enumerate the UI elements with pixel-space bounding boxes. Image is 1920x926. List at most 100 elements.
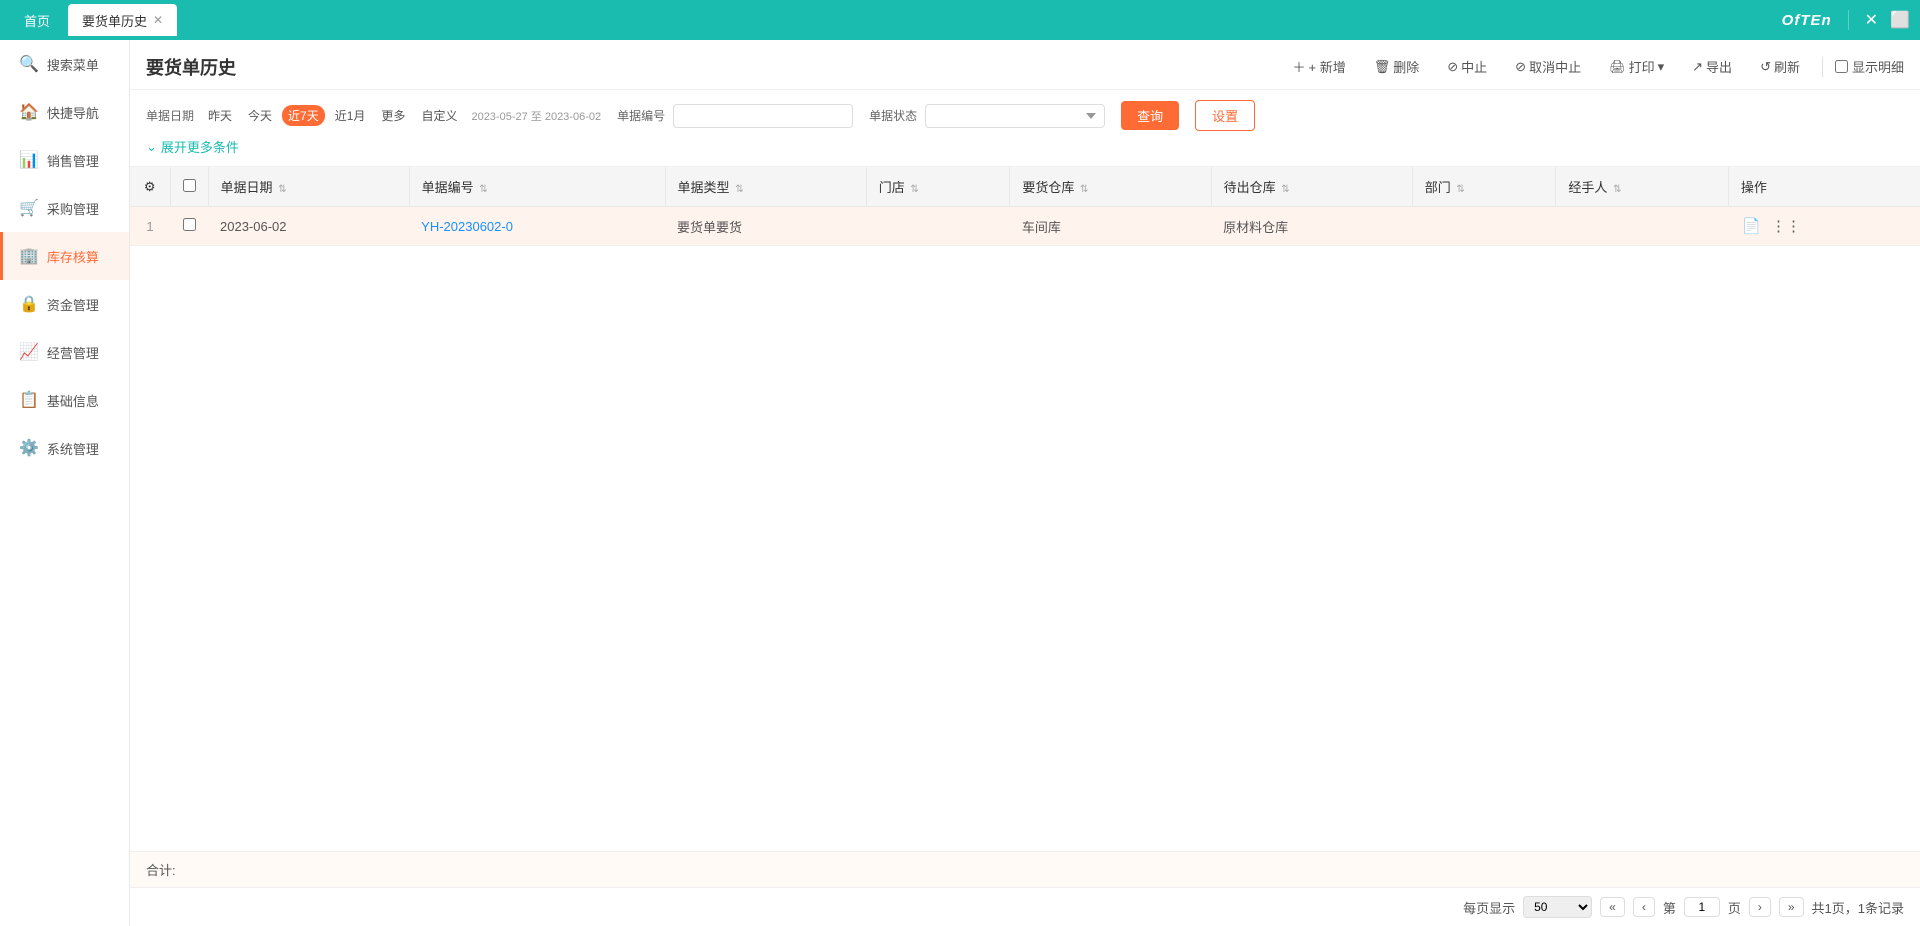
show-detail-checkbox[interactable] [1835,60,1848,73]
th-doc-date[interactable]: 单据日期 ⇅ [208,167,409,207]
show-detail-checkbox-label[interactable]: 显示明细 [1835,57,1904,76]
new-button[interactable]: ＋ + 新增 [1282,52,1355,81]
query-button[interactable]: 查询 [1121,101,1179,130]
page-input[interactable] [1684,897,1720,917]
date-shortcut-7days[interactable]: 近7天 [282,105,325,126]
sort-handler-icon: ⇅ [1613,184,1621,195]
date-shortcut-today[interactable]: 今天 [242,105,278,126]
prev-page-button[interactable]: ‹ [1633,897,1655,917]
th-department[interactable]: 部门 ⇅ [1412,167,1556,207]
tab-home[interactable]: 首页 [10,4,64,36]
sort-department-icon: ⇅ [1456,184,1464,195]
tab-home-label: 首页 [24,11,50,30]
th-action: 操作 [1728,167,1920,207]
row-edit-icon[interactable]: 📄 [1740,215,1763,237]
sidebar: 🔍 搜索菜单 🏠 快捷导航 📊 销售管理 🛒 采购管理 🏢 库存核算 🔒 资金管… [0,40,130,926]
th-store-label: 门店 [879,180,905,195]
print-dropdown-icon: ▾ [1658,59,1665,75]
sidebar-item-finance-mgmt[interactable]: 🔒 资金管理 [0,280,129,328]
sort-pending-warehouse-icon: ⇅ [1281,184,1289,195]
table-footer: 合计: [130,851,1920,887]
window-maximize-icon[interactable]: ⬜ [1890,10,1910,30]
show-detail-btn-label: 显示明细 [1852,57,1904,76]
page-size-select[interactable]: 50 20 100 200 [1523,896,1592,918]
sidebar-item-sales-mgmt[interactable]: 📊 销售管理 [0,136,129,184]
first-page-button[interactable]: « [1600,897,1625,917]
delete-button[interactable]: 🗑 删除 [1364,52,1430,81]
doc-status-select[interactable] [925,104,1105,128]
row-checkbox[interactable] [183,218,196,231]
cancel-suspend-btn-label: 取消中止 [1529,57,1581,76]
divider [1848,10,1849,30]
print-button[interactable]: 🖨 打印 ▾ [1599,52,1674,81]
new-btn-label: + 新增 [1308,57,1345,76]
sort-doc-no-icon: ⇅ [479,184,487,195]
search-menu-icon: 🔍 [19,54,39,74]
suspend-btn-label: 中止 [1461,57,1487,76]
date-shortcut-more[interactable]: 更多 [375,105,411,126]
window-close-icon[interactable]: ✕ [1865,10,1878,30]
refresh-button[interactable]: ↺ 刷新 [1750,52,1810,81]
date-shortcut-1month[interactable]: 近1月 [329,105,372,126]
system-mgmt-icon: ⚙️ [19,438,39,458]
pagination-total-info: 共1页，1条记录 [1812,898,1904,917]
doc-no-filter-group: 单据编号 [617,104,853,128]
close-tab-icon[interactable]: ✕ [153,13,163,27]
th-req-warehouse[interactable]: 要货仓库 ⇅ [1010,167,1211,207]
row-checkbox-cell [170,207,208,246]
cell-action: 📄 ⋮⋮ [1728,207,1920,246]
sort-store-icon: ⇅ [910,184,918,195]
th-doc-date-label: 单据日期 [221,180,273,195]
sidebar-item-inventory-calc[interactable]: 🏢 库存核算 [0,232,129,280]
toolbar: ＋ + 新增 🗑 删除 ⊘ 中止 ⊘ 取消中止 🖨 打印 [1282,52,1904,81]
next-page-button[interactable]: › [1749,897,1771,917]
sidebar-item-purchase-mgmt[interactable]: 🛒 采购管理 [0,184,129,232]
doc-no-link[interactable]: YH-20230602-0 [421,219,513,234]
top-bar: 首页 要货单历史 ✕ OfTEn ✕ ⬜ [0,0,1920,40]
date-shortcut-yesterday[interactable]: 昨天 [202,105,238,126]
cell-doc-no: YH-20230602-0 [409,207,665,246]
cell-pending-warehouse: 原材料仓库 [1211,207,1412,246]
export-btn-label: 导出 [1706,57,1732,76]
date-filter-group: 单据日期 昨天 今天 近7天 近1月 更多 自定义 2023-05-27 至 2… [146,105,601,126]
last-page-button[interactable]: » [1779,897,1804,917]
select-all-checkbox[interactable] [183,179,196,192]
page-label: 第 [1663,898,1676,917]
th-checkbox [170,167,208,207]
refresh-icon: ↺ [1760,59,1771,75]
settings-button[interactable]: 设置 [1195,100,1255,131]
sidebar-item-search-menu[interactable]: 🔍 搜索菜单 [0,40,129,88]
expand-more-btn[interactable]: ⌄ 展开更多条件 [146,137,1904,156]
row-more-icon[interactable]: ⋮⋮ [1769,215,1803,237]
purchase-mgmt-icon: 🛒 [19,198,39,218]
page-unit: 页 [1728,898,1741,917]
delete-btn-label: 删除 [1393,57,1419,76]
sidebar-item-basic-info[interactable]: 📋 基础信息 [0,376,129,424]
th-settings[interactable]: ⚙ [130,167,170,207]
date-filter-label: 单据日期 [146,107,194,124]
doc-no-input[interactable] [673,104,853,128]
sidebar-item-quick-nav[interactable]: 🏠 快捷导航 [0,88,129,136]
export-button[interactable]: ↗ 导出 [1682,52,1742,81]
date-shortcut-custom[interactable]: 自定义 [415,105,463,126]
cancel-suspend-icon: ⊘ [1515,59,1526,75]
th-action-label: 操作 [1741,180,1767,195]
th-doc-type[interactable]: 单据类型 ⇅ [665,167,866,207]
cancel-suspend-button[interactable]: ⊘ 取消中止 [1505,52,1591,81]
sidebar-item-operations-mgmt[interactable]: 📈 经营管理 [0,328,129,376]
doc-no-filter-label: 单据编号 [617,107,665,124]
sidebar-item-system-mgmt[interactable]: ⚙️ 系统管理 [0,424,129,472]
main-layout: 🔍 搜索菜单 🏠 快捷导航 📊 销售管理 🛒 采购管理 🏢 库存核算 🔒 资金管… [0,40,1920,926]
th-doc-no[interactable]: 单据编号 ⇅ [409,167,665,207]
suspend-button[interactable]: ⊘ 中止 [1437,52,1497,81]
th-store[interactable]: 门店 ⇅ [866,167,1010,207]
sort-doc-type-icon: ⇅ [735,184,743,195]
th-department-label: 部门 [1425,180,1451,195]
tab-requisition-history[interactable]: 要货单历史 ✕ [68,4,177,36]
page-title: 要货单历史 [146,54,236,80]
filter-row: 单据日期 昨天 今天 近7天 近1月 更多 自定义 2023-05-27 至 2… [146,100,1904,131]
brand-logo: OfTEn [1782,12,1832,29]
th-pending-warehouse[interactable]: 待出仓库 ⇅ [1211,167,1412,207]
th-handler[interactable]: 经手人 ⇅ [1556,167,1728,207]
finance-mgmt-icon: 🔒 [19,294,39,314]
